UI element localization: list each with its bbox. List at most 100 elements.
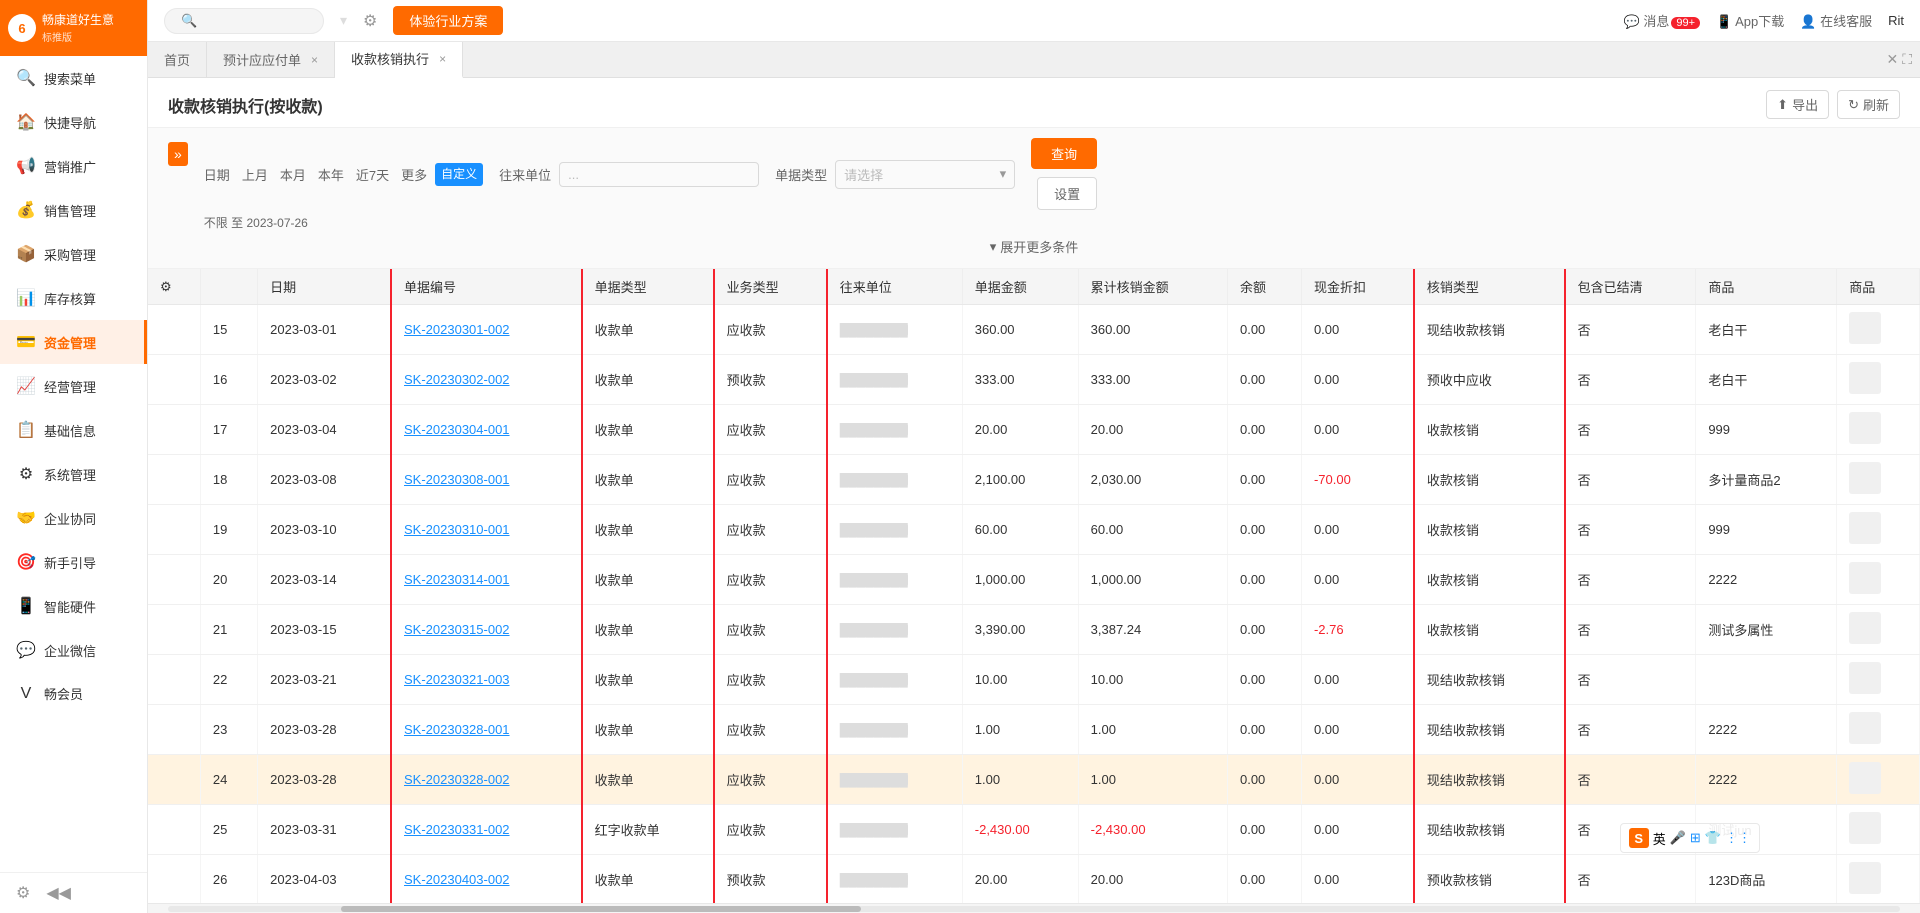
cell-amount: -2,430.00 [962,805,1078,855]
sidebar-item-inventory[interactable]: 📊 库存核算 [0,276,147,320]
sidebar-item-finance[interactable]: 💳 资金管理 [0,320,147,364]
cell-voucher-no[interactable]: SK-20230403-002 [391,855,582,904]
close-tab-icon[interactable]: ✕ [1886,51,1898,68]
set-button[interactable]: 设置 [1037,177,1097,210]
sidebar-item-basic[interactable]: 📋 基础信息 [0,408,147,452]
collapse-icon[interactable]: ◀◀ [46,883,71,903]
sidebar-item-marketing[interactable]: 📢 营销推广 [0,144,147,188]
table-wrapper[interactable]: ⚙ 日期 单据编号 单据类型 业务类型 往来单位 单据金额 累计核销金额 余额 … [148,269,1920,903]
message-area[interactable]: 💬 消息99+ [1624,11,1701,30]
cell-biz-type: 预收款 [714,855,827,904]
sidebar-item-guide[interactable]: 🎯 新手引导 [0,540,147,584]
watermark-mic-icon[interactable]: 🎤 [1670,830,1686,846]
hardware-icon: 📱 [16,596,36,616]
th-settled: 包含已结清 [1565,269,1696,305]
cell-voucher-no[interactable]: SK-20230310-001 [391,505,582,555]
cell-voucher-no[interactable]: SK-20230308-001 [391,455,582,505]
date-this-month[interactable]: 本月 [276,163,310,186]
expand-tab-icon[interactable]: ⛶ [1902,51,1912,68]
logo-text: 畅康道好生意 标推版 [42,12,114,44]
sidebar-item-member[interactable]: V 畅会员 [0,672,147,715]
sidebar-item-quick-nav[interactable]: 🏠 快捷导航 [0,100,147,144]
watermark-more-icon[interactable]: ⋮⋮ [1725,830,1751,846]
refresh-button[interactable]: ↻ 刷新 [1837,90,1900,119]
cell-voucher-no[interactable]: SK-20230315-002 [391,605,582,655]
scrollbar-track[interactable] [168,906,1900,912]
table-row: 26 2023-04-03 SK-20230403-002 收款单 预收款 ██… [148,855,1920,904]
sidebar-item-enterprise[interactable]: 🤝 企业协同 [0,496,147,540]
user-name[interactable]: Rit [1888,13,1904,28]
cell-settings [148,355,200,405]
cell-goods2 [1837,605,1920,655]
cell-partner: ████████ [827,655,963,705]
sidebar-item-operation[interactable]: 📈 经营管理 [0,364,147,408]
tab-collection[interactable]: 收款核销执行 × [335,42,463,78]
cell-discount: 0.00 [1301,555,1413,605]
cell-voucher-no[interactable]: SK-20230328-001 [391,705,582,755]
cell-voucher-no[interactable]: SK-20230304-001 [391,405,582,455]
cell-settings [148,755,200,805]
tab-pending[interactable]: 预计应应付单 × [207,42,335,78]
cell-goods: 老白干 [1696,305,1837,355]
cell-voucher-no[interactable]: SK-20230331-002 [391,805,582,855]
cell-voucher-type: 收款单 [582,655,714,705]
cell-discount: 0.00 [1301,855,1413,904]
cell-voucher-no[interactable]: SK-20230328-002 [391,755,582,805]
gear-icon[interactable]: ⚙ [363,11,377,31]
cell-rownum: 17 [200,405,257,455]
tabbar: 首页 预计应应付单 × 收款核销执行 × ✕ ⛶ [148,42,1920,78]
horizontal-scrollbar[interactable] [148,903,1920,913]
topbar-search[interactable]: 🔍 [164,8,324,34]
cell-voucher-type: 收款单 [582,305,714,355]
cell-voucher-no[interactable]: SK-20230301-002 [391,305,582,355]
date-this-year[interactable]: 本年 [314,163,348,186]
tab-close-collection[interactable]: × [439,52,446,66]
filter-toggle-btn[interactable]: » [168,142,188,166]
partner-input[interactable]: ... [559,162,759,187]
cell-voucher-no[interactable]: SK-20230321-003 [391,655,582,705]
cell-partner: ████████ [827,705,963,755]
table-row: 16 2023-03-02 SK-20230302-002 收款单 预收款 ██… [148,355,1920,405]
cell-rownum: 24 [200,755,257,805]
sidebar-item-purchase[interactable]: 📦 采购管理 [0,232,147,276]
cell-amount: 20.00 [962,855,1078,904]
cell-voucher-no[interactable]: SK-20230314-001 [391,555,582,605]
date-7days[interactable]: 近7天 [352,163,393,186]
cell-goods: 999 [1696,405,1837,455]
message-badge: 99+ [1671,17,1700,29]
finance-icon: 💳 [16,332,36,352]
cell-amount: 20.00 [962,405,1078,455]
cell-goods: 123D商品 [1696,855,1837,904]
sidebar-item-wechat[interactable]: 💬 企业微信 [0,628,147,672]
watermark-shirt-icon[interactable]: 👕 [1705,830,1721,846]
tab-home[interactable]: 首页 [148,42,207,78]
th-settings[interactable]: ⚙ [148,269,200,305]
date-custom[interactable]: 自定义 [435,163,483,186]
query-button[interactable]: 查询 [1031,138,1097,169]
date-more[interactable]: 更多 [397,163,431,186]
cell-goods2 [1837,855,1920,904]
wechat-icon: 💬 [16,640,36,660]
date-last-month[interactable]: 上月 [238,163,272,186]
watermark-grid-icon[interactable]: ⊞ [1690,830,1701,846]
sidebar-item-search[interactable]: 🔍 搜索菜单 [0,56,147,100]
cell-rownum: 19 [200,505,257,555]
app-download[interactable]: 📱 App下载 [1716,11,1784,30]
sidebar-item-hardware[interactable]: 📱 智能硬件 [0,584,147,628]
settings-bottom-icon[interactable]: ⚙ [16,883,30,903]
tab-close-pending[interactable]: × [311,53,318,67]
solution-button[interactable]: 体验行业方案 [393,6,503,35]
online-service[interactable]: 👤 在线客服 [1800,11,1872,30]
cell-amount: 333.00 [962,355,1078,405]
sidebar-item-system[interactable]: ⚙ 系统管理 [0,452,147,496]
voucher-type-select[interactable]: 请选择 ▾ [835,160,1015,189]
export-button[interactable]: ⬆ 导出 [1766,90,1829,119]
logo-icon: 6 [8,14,36,42]
cell-voucher-no[interactable]: SK-20230302-002 [391,355,582,405]
scrollbar-thumb[interactable] [341,906,861,912]
sidebar-item-sales[interactable]: 💰 销售管理 [0,188,147,232]
expand-conditions-btn[interactable]: ▾ 展开更多条件 [990,237,1079,256]
filter-area: » 日期 上月 本月 本年 近7天 更多 自定义 [148,128,1920,269]
cell-biz-type: 应收款 [714,405,827,455]
cell-rownum: 22 [200,655,257,705]
